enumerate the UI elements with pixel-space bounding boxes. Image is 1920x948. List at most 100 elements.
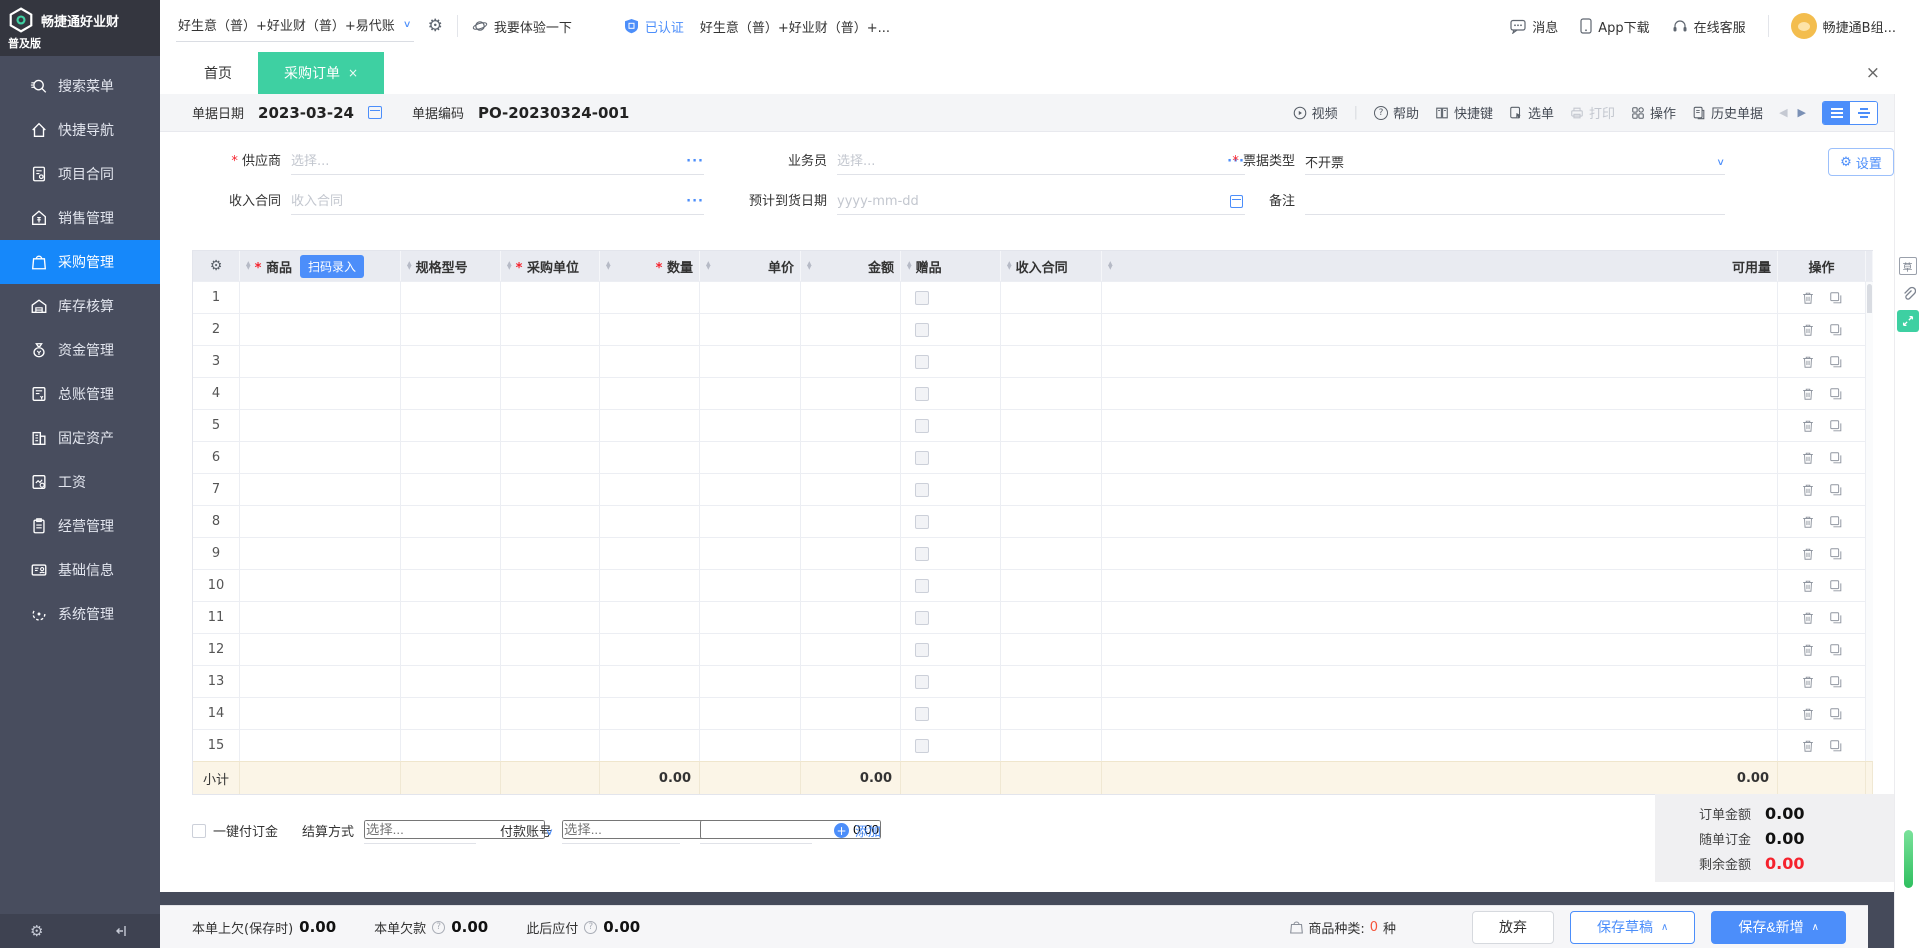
income-contract-cell[interactable]: [1001, 377, 1102, 409]
chevron-down-icon[interactable]: ∨: [1716, 156, 1725, 167]
gift-checkbox[interactable]: [915, 610, 929, 625]
table-scrollbar-track[interactable]: [1866, 345, 1873, 377]
income-contract-cell[interactable]: [1001, 505, 1102, 537]
history-button[interactable]: 历史单据: [1692, 103, 1763, 122]
gift-checkbox[interactable]: [915, 482, 929, 497]
product-cell[interactable]: [240, 697, 401, 729]
copy-row-icon[interactable]: [1829, 419, 1843, 433]
spec-cell[interactable]: [401, 537, 501, 569]
amount-cell[interactable]: [801, 345, 901, 377]
delete-row-icon[interactable]: [1801, 483, 1815, 497]
user-menu[interactable]: 畅捷通B组...: [1790, 13, 1896, 39]
delete-row-icon[interactable]: [1801, 675, 1815, 689]
gift-checkbox[interactable]: [915, 322, 929, 337]
copy-row-icon[interactable]: [1829, 515, 1843, 529]
copy-row-icon[interactable]: [1829, 579, 1843, 593]
qty-cell[interactable]: [600, 537, 700, 569]
sidebar-item-fixed-assets[interactable]: 固定资产: [0, 416, 160, 460]
copy-row-icon[interactable]: [1829, 675, 1843, 689]
copy-row-icon[interactable]: [1829, 611, 1843, 625]
product-cell[interactable]: [240, 729, 401, 761]
one-key-deposit-checkbox[interactable]: [192, 823, 206, 838]
column-settings-icon[interactable]: ⚙: [210, 258, 223, 274]
remark-input[interactable]: [1305, 194, 1725, 209]
income-contract-cell[interactable]: [1001, 729, 1102, 761]
income-contract-cell[interactable]: [1001, 633, 1102, 665]
unit-cell[interactable]: [501, 729, 600, 761]
sidebar-item-system[interactable]: 系统管理: [0, 592, 160, 636]
gift-checkbox[interactable]: [915, 290, 929, 305]
table-scrollbar-track[interactable]: [1866, 633, 1873, 665]
sidebar-item-operation[interactable]: 经营管理: [0, 504, 160, 548]
product-cell[interactable]: [240, 313, 401, 345]
close-page-icon[interactable]: ×: [1866, 52, 1880, 94]
sort-icon[interactable]: ▲ ▼: [606, 261, 611, 271]
price-cell[interactable]: [700, 281, 801, 313]
sidebar-item-purchase[interactable]: 采购管理: [0, 240, 160, 284]
spec-cell[interactable]: [401, 665, 501, 697]
price-cell[interactable]: [700, 313, 801, 345]
table-scrollbar-track[interactable]: [1866, 505, 1873, 537]
hotkeys-button[interactable]: 快捷键: [1435, 103, 1493, 122]
unit-cell[interactable]: [501, 601, 600, 633]
unit-cell[interactable]: [501, 633, 600, 665]
unit-cell[interactable]: [501, 569, 600, 601]
income-contract-cell[interactable]: [1001, 409, 1102, 441]
save-and-new-button[interactable]: 保存&新增 ∧: [1711, 910, 1846, 944]
tab-home[interactable]: 首页: [178, 52, 258, 94]
copy-row-icon[interactable]: [1829, 483, 1843, 497]
page-scrollbar-thumb[interactable]: [1904, 830, 1913, 888]
qty-cell[interactable]: [600, 665, 700, 697]
gift-checkbox[interactable]: [915, 738, 929, 753]
draft-box-button[interactable]: 草: [1897, 254, 1919, 278]
amount-cell[interactable]: [801, 505, 901, 537]
copy-row-icon[interactable]: [1829, 323, 1843, 337]
table-scrollbar-track[interactable]: [1866, 409, 1873, 441]
amount-cell[interactable]: [801, 601, 901, 633]
unit-cell[interactable]: [501, 473, 600, 505]
price-cell[interactable]: [700, 569, 801, 601]
video-button[interactable]: 视频: [1293, 103, 1338, 122]
sort-icon[interactable]: ▲ ▼: [1007, 261, 1012, 271]
qty-cell[interactable]: [600, 633, 700, 665]
price-cell[interactable]: [700, 537, 801, 569]
qty-cell[interactable]: [600, 569, 700, 601]
unit-cell[interactable]: [501, 537, 600, 569]
sort-icon[interactable]: ▲ ▼: [706, 261, 711, 271]
spec-cell[interactable]: [401, 569, 501, 601]
product-cell[interactable]: [240, 473, 401, 505]
gift-checkbox[interactable]: [915, 642, 929, 657]
delete-row-icon[interactable]: [1801, 387, 1815, 401]
table-scrollbar-track[interactable]: [1866, 313, 1873, 345]
calendar-icon[interactable]: [367, 106, 382, 119]
unit-cell[interactable]: [501, 505, 600, 537]
save-draft-button[interactable]: 保存草稿 ∧: [1570, 910, 1696, 944]
header-unit[interactable]: ▲▼采购单位: [501, 251, 600, 281]
price-cell[interactable]: [700, 729, 801, 761]
invoice-type-select[interactable]: [1305, 154, 1717, 169]
income-contract-cell[interactable]: [1001, 313, 1102, 345]
gift-checkbox[interactable]: [915, 706, 929, 721]
header-amount[interactable]: ▲ ▼ 金额: [801, 251, 901, 281]
spec-cell[interactable]: [401, 441, 501, 473]
price-cell[interactable]: [700, 345, 801, 377]
delete-row-icon[interactable]: [1801, 515, 1815, 529]
copy-row-icon[interactable]: [1829, 739, 1843, 753]
product-cell[interactable]: [240, 281, 401, 313]
product-cell[interactable]: [240, 377, 401, 409]
income-contract-picker-icon[interactable]: ···: [682, 194, 704, 209]
unit-cell[interactable]: [501, 281, 600, 313]
amount-cell[interactable]: [801, 473, 901, 505]
cancel-button[interactable]: 放弃: [1472, 910, 1554, 944]
header-gift[interactable]: ▲ ▼ 赠品: [901, 251, 1001, 281]
doc-date-value[interactable]: 2023-03-24: [258, 104, 354, 122]
header-available[interactable]: ▲ ▼ 可用量: [1102, 251, 1778, 281]
product-cell[interactable]: [240, 441, 401, 473]
product-switcher[interactable]: 好生意（普）+好业财（普）+易代账 ∨: [176, 11, 414, 42]
price-cell[interactable]: [700, 697, 801, 729]
detail-view-button[interactable]: [1850, 101, 1877, 124]
print-button[interactable]: 打印: [1570, 103, 1615, 122]
delete-row-icon[interactable]: [1801, 323, 1815, 337]
header-product[interactable]: ▲▼商品扫码录入: [240, 251, 401, 281]
table-scrollbar-track[interactable]: [1866, 281, 1873, 424]
